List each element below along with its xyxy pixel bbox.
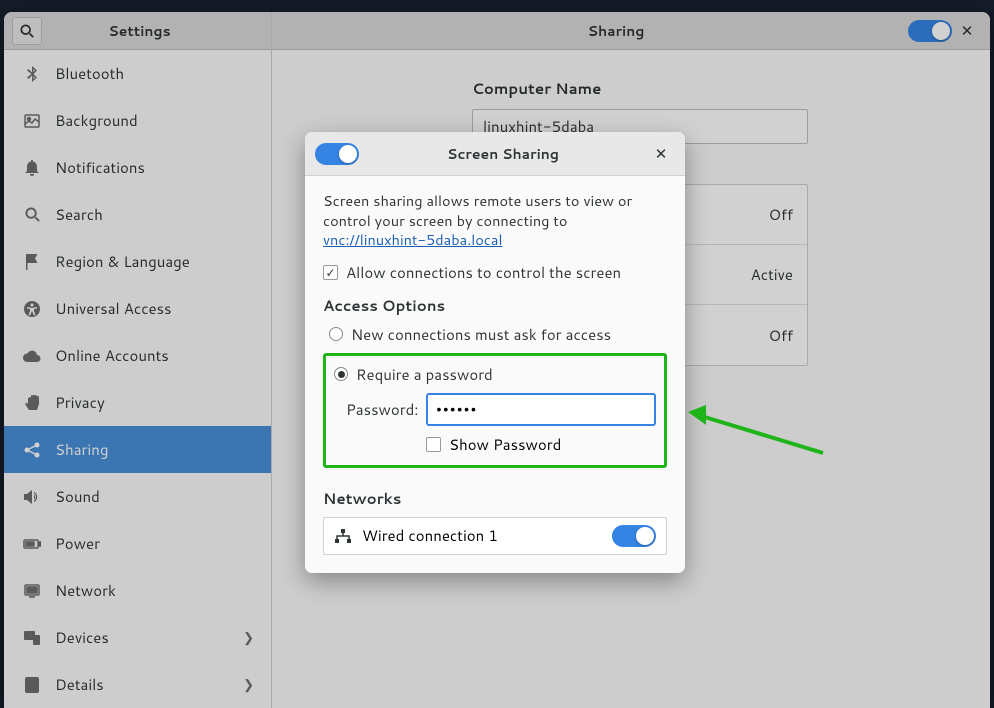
networks-heading: Networks: [323, 488, 667, 509]
network-item-label: Wired connection 1: [362, 525, 498, 546]
dialog-description: Screen sharing allows remote users to vi…: [323, 191, 667, 250]
dialog-header: Screen Sharing ✕: [305, 132, 685, 176]
wired-network-icon: [334, 527, 352, 545]
show-password-checkbox[interactable]: [426, 437, 441, 452]
show-password-label: Show Password: [449, 434, 561, 455]
password-row: Password:: [346, 393, 656, 426]
radio-ask-access[interactable]: [329, 327, 343, 341]
network-item-wired: Wired connection 1: [323, 517, 667, 555]
show-password-row[interactable]: Show Password: [426, 434, 656, 455]
networks-section: Networks Wired connection 1: [323, 488, 667, 555]
radio-ask-access-row[interactable]: New connections must ask for access: [323, 324, 667, 345]
dialog-body: Screen sharing allows remote users to vi…: [305, 176, 685, 573]
dialog-title: Screen Sharing: [359, 144, 647, 164]
radio-password-label: Require a password: [356, 364, 493, 385]
password-label: Password:: [346, 399, 418, 420]
radio-ask-label: New connections must ask for access: [351, 324, 611, 345]
access-options-heading: Access Options: [323, 295, 667, 316]
vnc-link[interactable]: vnc://linuxhint-5daba.local: [323, 229, 502, 250]
annotation-arrow: [688, 405, 828, 465]
password-input[interactable]: [426, 393, 656, 426]
radio-require-password-row[interactable]: Require a password: [334, 364, 656, 385]
screen-sharing-dialog: Screen Sharing ✕ Screen sharing allows r…: [305, 132, 685, 573]
dialog-close-button[interactable]: ✕: [647, 140, 675, 168]
radio-require-password[interactable]: [334, 367, 348, 381]
network-item-toggle[interactable]: [612, 525, 656, 547]
allow-control-checkbox-row[interactable]: Allow connections to control the screen: [323, 262, 667, 283]
allow-control-checkbox[interactable]: [323, 265, 338, 280]
screen-sharing-toggle[interactable]: [315, 143, 359, 165]
allow-control-label: Allow connections to control the screen: [346, 262, 621, 283]
password-highlight-box: Require a password Password: Show Passwo…: [323, 353, 667, 468]
